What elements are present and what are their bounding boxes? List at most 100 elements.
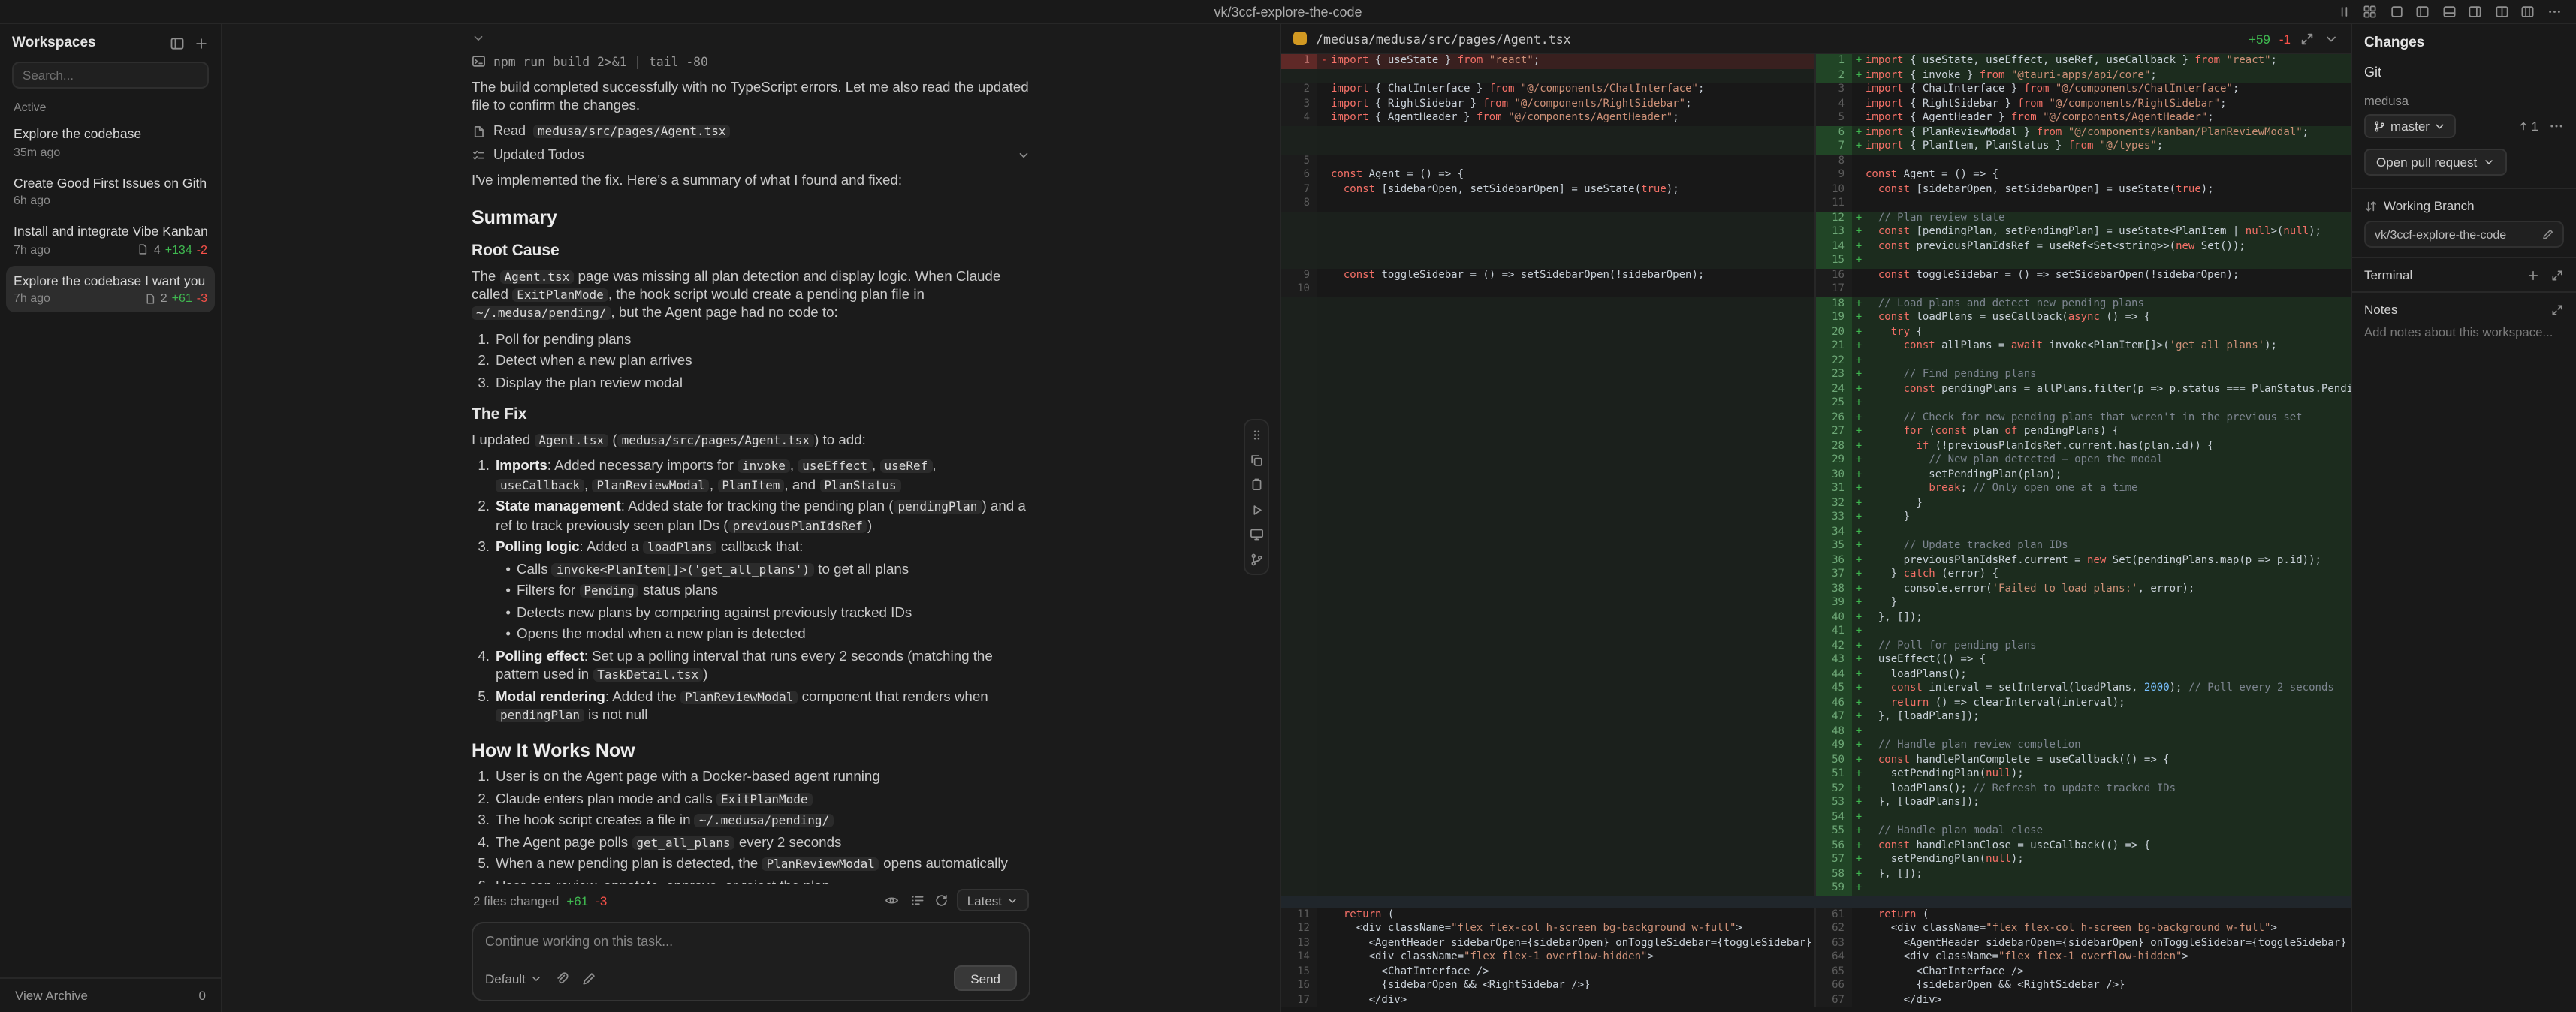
line-number[interactable]	[1281, 696, 1317, 710]
line-number[interactable]	[1281, 140, 1317, 154]
line-number[interactable]	[1281, 125, 1317, 140]
line-number[interactable]	[1281, 425, 1317, 439]
line-number[interactable]: 26	[1816, 411, 1852, 425]
line-number[interactable]	[1281, 439, 1317, 453]
line-number[interactable]: 38	[1816, 582, 1852, 596]
git-branch-icon[interactable]	[1249, 552, 1263, 566]
line-number[interactable]	[1281, 839, 1317, 853]
line-number[interactable]	[1281, 739, 1317, 753]
line-number[interactable]: 16	[1281, 979, 1317, 993]
line-number[interactable]	[1281, 354, 1317, 368]
more-h-icon[interactable]	[2547, 5, 2561, 19]
columns-2-icon[interactable]	[2494, 5, 2508, 19]
expand-terminal-icon[interactable]	[2550, 268, 2564, 282]
line-number[interactable]	[1281, 724, 1317, 739]
grip-icon[interactable]	[1249, 428, 1263, 442]
collapse-sidebar-icon[interactable]	[170, 35, 185, 50]
line-number[interactable]: 11	[1281, 908, 1317, 922]
edit-branch-icon[interactable]	[2541, 228, 2553, 241]
line-number[interactable]: 12	[1281, 922, 1317, 936]
line-number[interactable]	[1281, 610, 1317, 625]
files-changed-label[interactable]: 2 files changed	[473, 893, 559, 908]
line-number[interactable]: 50	[1816, 753, 1852, 767]
line-number[interactable]: 31	[1816, 482, 1852, 496]
line-number[interactable]	[1281, 853, 1317, 867]
line-number[interactable]: 41	[1816, 625, 1852, 639]
line-number[interactable]	[1281, 254, 1317, 268]
line-number[interactable]	[1281, 511, 1317, 525]
model-selector[interactable]: Default	[485, 971, 542, 986]
line-number[interactable]: 7	[1281, 182, 1317, 197]
line-number[interactable]	[1281, 782, 1317, 796]
line-number[interactable]: 64	[1816, 950, 1852, 965]
line-number[interactable]	[1281, 239, 1317, 254]
line-number[interactable]	[1281, 68, 1317, 83]
line-number[interactable]	[1281, 867, 1317, 881]
workspace-item[interactable]: Explore the codebase35m ago	[6, 119, 215, 166]
panel-left-icon[interactable]	[2415, 5, 2430, 19]
line-number[interactable]	[1281, 553, 1317, 568]
line-number[interactable]	[1281, 311, 1317, 325]
conversation-scroll-area[interactable]: npm run build 2>&1 | tail -80The build c…	[222, 24, 1280, 884]
line-number[interactable]: 2	[1816, 68, 1852, 83]
line-number[interactable]: 13	[1816, 225, 1852, 239]
line-number[interactable]: 43	[1816, 653, 1852, 667]
line-number[interactable]: 27	[1816, 425, 1852, 439]
line-number[interactable]: 22	[1816, 354, 1852, 368]
line-number[interactable]: 57	[1816, 853, 1852, 867]
line-number[interactable]: 46	[1816, 696, 1852, 710]
line-number[interactable]: 21	[1816, 339, 1852, 354]
line-number[interactable]: 55	[1816, 824, 1852, 839]
line-number[interactable]: 51	[1816, 767, 1852, 782]
line-number[interactable]: 9	[1281, 268, 1317, 282]
attach-icon[interactable]	[554, 971, 569, 986]
line-number[interactable]: 3	[1816, 83, 1852, 97]
pause-icon[interactable]	[2336, 5, 2351, 19]
line-number[interactable]	[1281, 468, 1317, 482]
line-number[interactable]	[1281, 525, 1317, 539]
line-number[interactable]: 6	[1281, 168, 1317, 182]
line-number[interactable]	[1281, 625, 1317, 639]
eye-icon[interactable]	[885, 893, 900, 908]
line-number[interactable]	[1281, 639, 1317, 653]
copy-icon[interactable]	[1249, 453, 1263, 467]
line-number[interactable]: 1	[1281, 54, 1317, 68]
clipboard-icon[interactable]	[1249, 477, 1263, 492]
workspace-item[interactable]: Explore the codebase I want you to ex...…	[6, 265, 215, 312]
line-number[interactable]: 58	[1816, 867, 1852, 881]
panel-bottom-icon[interactable]	[2442, 5, 2456, 19]
line-number[interactable]: 5	[1281, 154, 1317, 168]
line-number[interactable]: 2	[1281, 83, 1317, 97]
line-number[interactable]: 28	[1816, 439, 1852, 453]
line-number[interactable]	[1281, 767, 1317, 782]
line-number[interactable]	[1281, 824, 1317, 839]
line-number[interactable]	[1281, 667, 1317, 682]
line-number[interactable]: 17	[1816, 282, 1852, 297]
line-number[interactable]	[1281, 396, 1317, 411]
line-number[interactable]	[1281, 297, 1317, 311]
line-number[interactable]: 23	[1816, 368, 1852, 382]
line-number[interactable]	[1281, 710, 1317, 724]
line-number[interactable]	[1281, 582, 1317, 596]
line-number[interactable]	[1281, 225, 1317, 239]
new-workspace-icon[interactable]	[194, 35, 209, 50]
line-number[interactable]: 19	[1816, 311, 1852, 325]
line-number[interactable]: 47	[1816, 710, 1852, 724]
version-dropdown[interactable]: Latest	[957, 889, 1029, 911]
line-number[interactable]: 4	[1816, 97, 1852, 111]
line-number[interactable]	[1281, 810, 1317, 824]
layout-icon[interactable]	[2363, 5, 2377, 19]
line-number[interactable]: 39	[1816, 596, 1852, 610]
line-number[interactable]: 40	[1816, 610, 1852, 625]
tool-call-row[interactable]: Updated Todos	[472, 148, 1030, 163]
line-number[interactable]	[1281, 753, 1317, 767]
line-number[interactable]: 48	[1816, 724, 1852, 739]
line-number[interactable]: 44	[1816, 667, 1852, 682]
view-archive-button[interactable]: View Archive 0	[0, 977, 221, 1012]
line-number[interactable]: 3	[1281, 97, 1317, 111]
working-branch-input[interactable]: vk/3ccf-explore-the-code	[2364, 221, 2564, 248]
message-input[interactable]: Continue working on this task...	[485, 934, 1017, 949]
line-number[interactable]: 65	[1816, 965, 1852, 979]
line-number[interactable]: 45	[1816, 682, 1852, 696]
chevron-down-icon[interactable]	[1017, 149, 1030, 162]
